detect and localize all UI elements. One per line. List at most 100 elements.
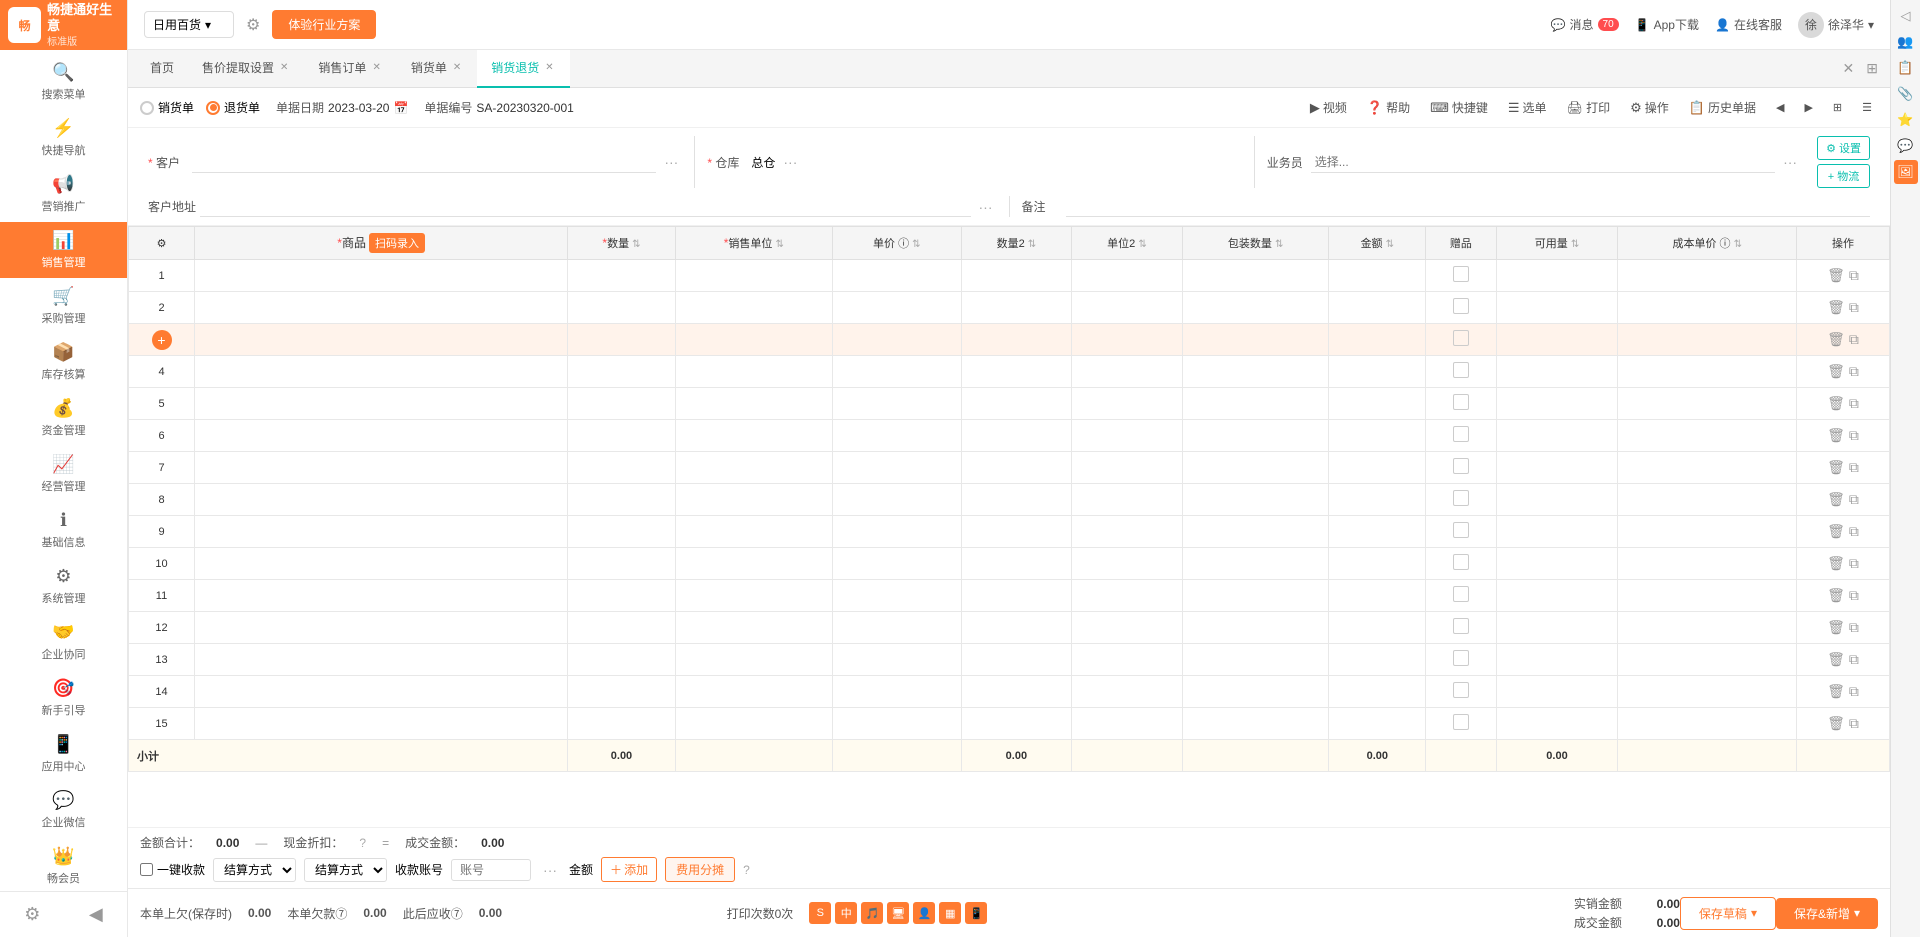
unit-price-cell[interactable] — [832, 388, 961, 420]
sidebar-item-wechat[interactable]: 💬 企业微信 — [0, 782, 127, 838]
copy-row-btn[interactable]: ⧉ — [1849, 459, 1859, 476]
delete-row-btn[interactable]: 🗑 — [1827, 427, 1845, 444]
pack-qty-cell[interactable] — [1182, 452, 1329, 484]
rp-btn-1[interactable]: ◁ — [1894, 4, 1918, 28]
product-cell[interactable] — [195, 356, 568, 388]
sidebar-item-system[interactable]: ⚙ 系统管理 — [0, 558, 127, 614]
unit2-cell[interactable] — [1072, 292, 1183, 324]
copy-row-btn[interactable]: ⧉ — [1849, 555, 1859, 572]
available-cell[interactable] — [1496, 292, 1618, 324]
amount-cell[interactable] — [1329, 612, 1426, 644]
pack-qty-cell[interactable] — [1182, 420, 1329, 452]
gift-cell[interactable] — [1426, 676, 1497, 708]
unit-price-cell[interactable] — [832, 644, 961, 676]
quantity-cell[interactable] — [568, 612, 675, 644]
unit-price-cell[interactable] — [832, 452, 961, 484]
available-cell[interactable] — [1496, 452, 1618, 484]
unit-cell[interactable] — [675, 324, 832, 356]
unit-cell[interactable] — [675, 548, 832, 580]
gift-checkbox[interactable] — [1453, 586, 1469, 602]
tab-expand-btn[interactable]: ⊞ — [1862, 58, 1882, 79]
gift-cell[interactable] — [1426, 516, 1497, 548]
unit-cell[interactable] — [675, 580, 832, 612]
quantity-cell[interactable] — [568, 676, 675, 708]
unit-price-cell[interactable] — [832, 260, 961, 292]
amount-sort-icon[interactable]: ⇅ — [1386, 239, 1394, 250]
account-dots[interactable]: ··· — [539, 862, 561, 878]
notes-input[interactable] — [1066, 196, 1871, 217]
unit-price-cell[interactable] — [832, 292, 961, 324]
gift-checkbox[interactable] — [1453, 394, 1469, 410]
cost-price-cell[interactable] — [1618, 356, 1797, 388]
unit-cell[interactable] — [675, 644, 832, 676]
gift-checkbox[interactable] — [1453, 618, 1469, 634]
toolbar-icon-1[interactable]: S — [809, 902, 831, 924]
copy-row-btn[interactable]: ⧉ — [1849, 267, 1859, 284]
operate-btn[interactable]: ⚙ 操作 — [1624, 96, 1675, 119]
unit2-cell[interactable] — [1072, 580, 1183, 612]
gift-cell[interactable] — [1426, 356, 1497, 388]
qty2-cell[interactable] — [961, 292, 1072, 324]
sidebar-item-app-center[interactable]: 📱 应用中心 — [0, 726, 127, 782]
product-cell[interactable] — [195, 708, 568, 740]
unit-cell[interactable] — [675, 292, 832, 324]
gift-checkbox[interactable] — [1453, 490, 1469, 506]
amount-cell[interactable] — [1329, 452, 1426, 484]
available-cell[interactable] — [1496, 580, 1618, 612]
amount-cell[interactable] — [1329, 644, 1426, 676]
gift-cell[interactable] — [1426, 484, 1497, 516]
qty2-cell[interactable] — [961, 580, 1072, 612]
product-cell[interactable] — [195, 580, 568, 612]
date-picker-icon[interactable]: 📅 — [393, 101, 408, 115]
unit2-cell[interactable] — [1072, 452, 1183, 484]
sidebar-item-newbie[interactable]: 🎯 新手引导 — [0, 670, 127, 726]
messages-btn[interactable]: 💬 消息 70 — [1551, 16, 1619, 33]
unit-price-cell[interactable] — [832, 356, 961, 388]
qty-sort-icon[interactable]: ⇅ — [632, 239, 640, 250]
radio-delivery[interactable]: 销货单 — [140, 99, 194, 116]
pack-qty-cell[interactable] — [1182, 708, 1329, 740]
available-cell[interactable] — [1496, 324, 1618, 356]
nav-next-btn[interactable]: ▶ — [1798, 98, 1818, 117]
delete-row-btn[interactable]: 🗑 — [1827, 491, 1845, 508]
unit-price-cell[interactable] — [832, 612, 961, 644]
rp-btn-3[interactable]: 📋 — [1894, 56, 1918, 80]
unit2-sort-icon[interactable]: ⇅ — [1138, 239, 1146, 250]
pack-qty-cell[interactable] — [1182, 644, 1329, 676]
settings-btn[interactable]: ⚙ 设置 — [1817, 136, 1870, 160]
settle-method-select[interactable]: 结算方式 — [213, 858, 296, 882]
copy-row-btn[interactable]: ⧉ — [1849, 363, 1859, 380]
toolbar-icon-5[interactable]: 👤 — [913, 902, 935, 924]
copy-row-btn[interactable]: ⧉ — [1849, 491, 1859, 508]
amount-cell[interactable] — [1329, 548, 1426, 580]
copy-row-btn[interactable]: ⧉ — [1849, 715, 1859, 732]
tab-sales-order[interactable]: 销售订单 ✕ — [304, 50, 396, 88]
qty2-cell[interactable] — [961, 644, 1072, 676]
quantity-cell[interactable] — [568, 484, 675, 516]
amount-cell[interactable] — [1329, 708, 1426, 740]
unit2-cell[interactable] — [1072, 324, 1183, 356]
sidebar-collapse-btn[interactable]: ◀ — [85, 900, 107, 929]
history-btn[interactable]: 📋 历史单据 — [1683, 96, 1762, 119]
copy-row-btn[interactable]: ⧉ — [1849, 523, 1859, 540]
qty2-cell[interactable] — [961, 548, 1072, 580]
qty2-cell[interactable] — [961, 612, 1072, 644]
gift-cell[interactable] — [1426, 420, 1497, 452]
copy-row-btn[interactable]: ⧉ — [1849, 683, 1859, 700]
product-cell[interactable] — [195, 452, 568, 484]
gift-cell[interactable] — [1426, 612, 1497, 644]
product-cell[interactable] — [195, 324, 568, 356]
cost-price-cell[interactable] — [1618, 516, 1797, 548]
unit2-cell[interactable] — [1072, 612, 1183, 644]
salesperson-dots[interactable]: ··· — [1779, 154, 1801, 170]
available-cell[interactable] — [1496, 388, 1618, 420]
delete-row-btn[interactable]: 🗑 — [1827, 587, 1845, 604]
available-cell[interactable] — [1496, 548, 1618, 580]
app-download-btn[interactable]: 📱 App下载 — [1635, 16, 1699, 33]
pack-qty-cell[interactable] — [1182, 484, 1329, 516]
unit-cell[interactable] — [675, 420, 832, 452]
pack-sort-icon[interactable]: ⇅ — [1275, 239, 1283, 250]
scan-btn[interactable]: 扫码录入 — [369, 233, 425, 253]
nav-prev-btn[interactable]: ◀ — [1770, 98, 1790, 117]
quantity-cell[interactable] — [568, 260, 675, 292]
